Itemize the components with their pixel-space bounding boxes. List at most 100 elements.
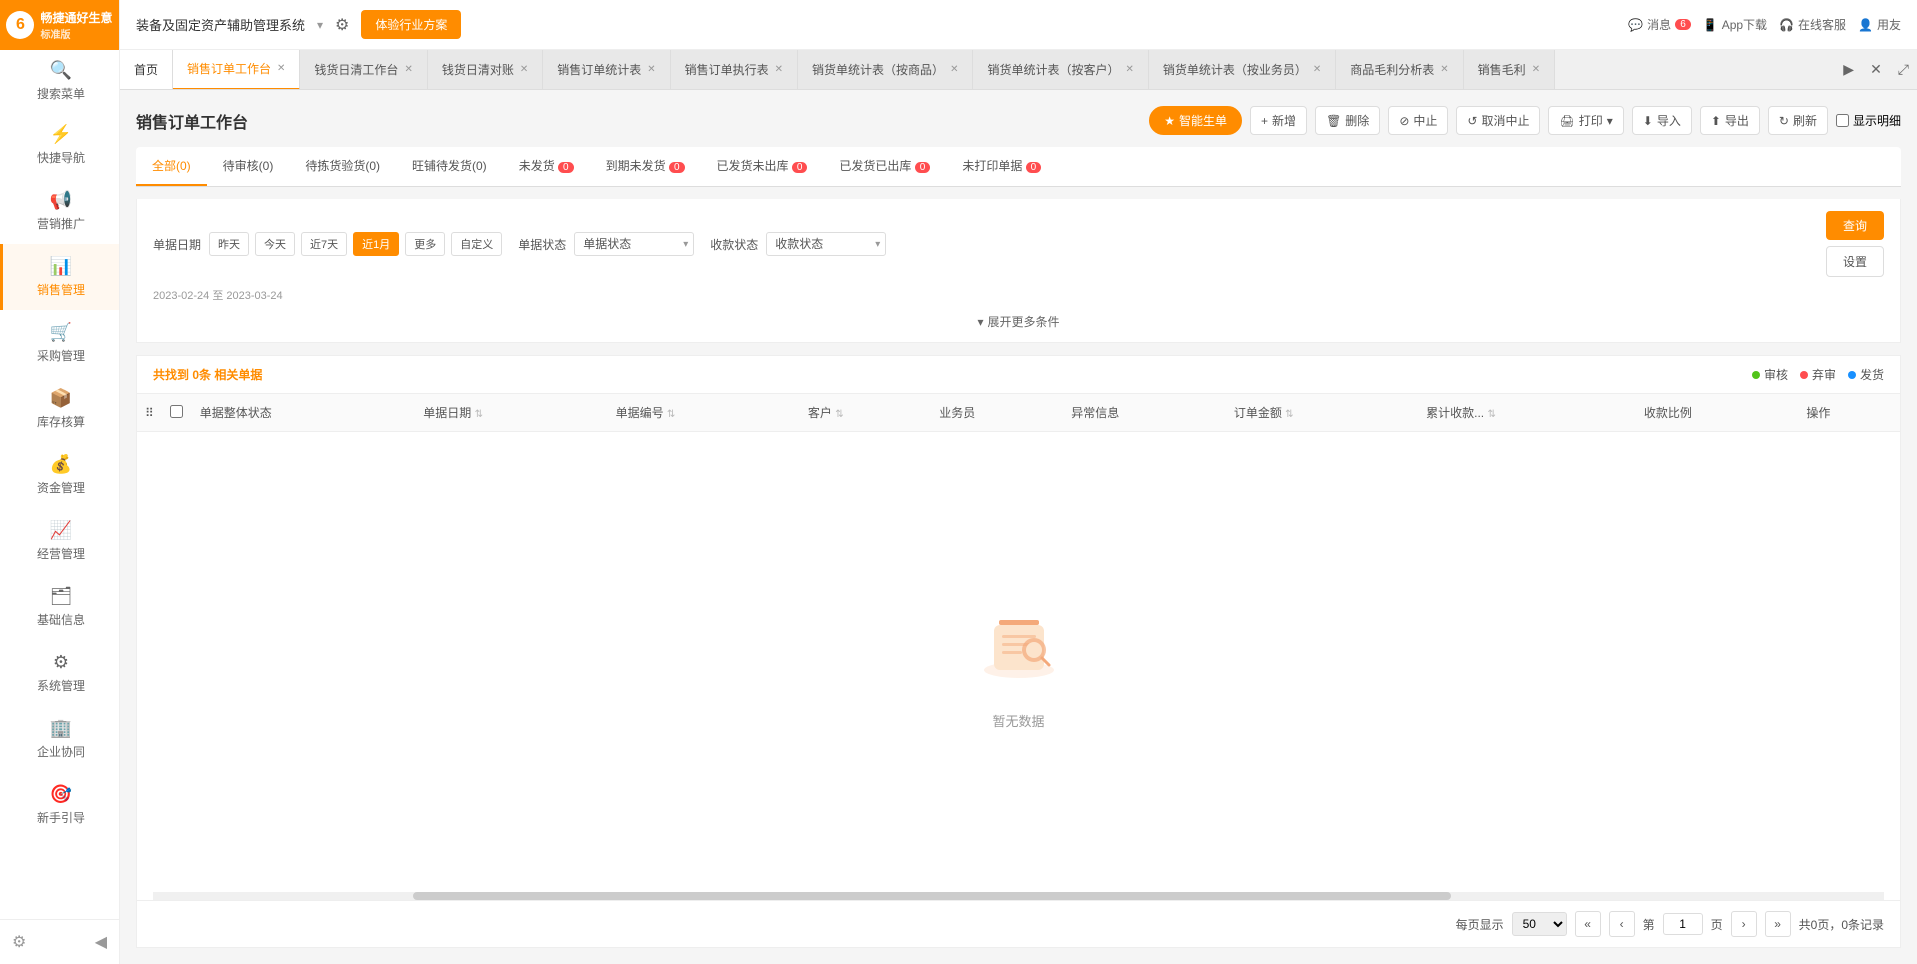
chevron-down-icon[interactable]: ▾ [317, 18, 323, 32]
sidebar-item-operation[interactable]: 📈 经营管理 [0, 508, 119, 574]
status-select[interactable]: 单据状态 [574, 232, 694, 256]
tab-close-all-icon[interactable]: ✕ [1862, 61, 1890, 78]
col-number[interactable]: 单据编号 ⇅ [608, 394, 800, 432]
tab-cash-daily[interactable]: 钱货日清工作台 ✕ [300, 50, 427, 90]
tab-expand-icon[interactable]: ⤢ [1890, 61, 1917, 78]
next-page-btn[interactable]: › [1731, 911, 1757, 937]
expand-btn[interactable]: ▾ 展开更多条件 [977, 313, 1059, 330]
stop-btn[interactable]: ⊘ 中止 [1388, 106, 1448, 135]
sidebar-item-finance[interactable]: 💰 资金管理 [0, 442, 119, 508]
col-salesperson[interactable]: 业务员 [931, 394, 1063, 432]
payment-select[interactable]: 收款状态 [766, 232, 886, 256]
print-btn[interactable]: 🖨 打印 ▾ [1548, 106, 1623, 135]
operation-icon: 📈 [50, 520, 72, 541]
tab-by-staff[interactable]: 销货单统计表（按业务员） ✕ [1149, 50, 1336, 90]
sidebar-item-purchase[interactable]: 🛒 采购管理 [0, 310, 119, 376]
collapse-icon[interactable]: ◀ [95, 932, 107, 952]
tab-close-icon[interactable]: ✕ [404, 64, 412, 75]
tab-by-product[interactable]: 销货单统计表（按商品） ✕ [798, 50, 973, 90]
filter-tab-overdue[interactable]: 到期未发货 0 [590, 147, 701, 186]
review-action-btn[interactable]: 审核 [1752, 366, 1788, 383]
date-btn-more[interactable]: 更多 [405, 232, 445, 256]
filter-tab-shipped-not-wh[interactable]: 已发货未出库 0 [701, 147, 824, 186]
system-title: 装备及固定资产辅助管理系统 [136, 15, 305, 34]
service-btn[interactable]: 🎧 在线客服 [1779, 16, 1846, 33]
tab-by-customer[interactable]: 销货单统计表（按客户） ✕ [973, 50, 1148, 90]
first-page-btn[interactable]: « [1575, 911, 1601, 937]
tab-close-icon[interactable]: ✕ [520, 64, 528, 75]
tab-close-icon[interactable]: ✕ [1532, 64, 1540, 75]
col-amount[interactable]: 订单金额 ⇅ [1226, 394, 1418, 432]
show-detail-checkbox[interactable] [1836, 114, 1849, 127]
ai-btn[interactable]: ★ 智能生单 [1149, 106, 1242, 135]
ship-action-btn[interactable]: 发货 [1848, 366, 1884, 383]
sidebar-item-quick-nav[interactable]: ⚡ 快捷导航 [0, 112, 119, 178]
col-collected[interactable]: 累计收款... ⇅ [1418, 394, 1636, 432]
filter-tab-not-printed[interactable]: 未打印单据 0 [946, 147, 1057, 186]
sidebar-item-inventory[interactable]: 📦 库存核算 [0, 376, 119, 442]
set-btn[interactable]: 设置 [1826, 246, 1884, 277]
filter-tab-pending-inspect[interactable]: 待拣货验货(0) [289, 147, 396, 186]
settings-icon[interactable]: ⚙ [12, 932, 26, 952]
filter-tab-wangpu[interactable]: 旺铺待发货(0) [396, 147, 503, 186]
horizontal-scrollbar[interactable] [153, 892, 1884, 900]
tab-close-icon[interactable]: ✕ [775, 64, 783, 75]
page-input[interactable] [1663, 913, 1703, 935]
import-btn[interactable]: ⬇ 导入 [1632, 106, 1692, 135]
tab-cash-reconcile[interactable]: 钱货日清对账 ✕ [428, 50, 543, 90]
tab-sales-exec[interactable]: 销售订单执行表 ✕ [671, 50, 798, 90]
tab-close-icon[interactable]: ✕ [1313, 64, 1321, 75]
col-anomaly: 异常信息 [1063, 394, 1226, 432]
add-btn[interactable]: + 新增 [1250, 106, 1307, 135]
col-date[interactable]: 单据日期 ⇅ [415, 394, 607, 432]
tab-sales-order[interactable]: 销售订单工作台 ✕ [173, 50, 300, 90]
tab-more-icon[interactable]: ▶ [1835, 61, 1862, 78]
tab-close-icon[interactable]: ✕ [950, 64, 958, 75]
add-btn-label: 新增 [1272, 112, 1296, 129]
scrollbar-thumb[interactable] [413, 892, 1452, 900]
col-date-label: 单据日期 [423, 406, 471, 420]
tab-home[interactable]: 首页 [120, 50, 173, 90]
query-btn[interactable]: 查询 [1826, 211, 1884, 240]
cancel-action-btn[interactable]: 弃审 [1800, 366, 1836, 383]
sidebar-item-search[interactable]: 🔍 搜索菜单 [0, 50, 119, 112]
sidebar-item-base[interactable]: 🗂 基础信息 [0, 574, 119, 640]
cancel-stop-btn[interactable]: ↺ 取消中止 [1456, 106, 1540, 135]
sidebar-item-sales[interactable]: 📊 销售管理 [0, 244, 119, 310]
export-btn[interactable]: ⬆ 导出 [1700, 106, 1760, 135]
tab-close-icon[interactable]: ✕ [1125, 64, 1133, 75]
payment-label: 收款状态 [710, 236, 758, 253]
tab-sales-stat[interactable]: 销售订单统计表 ✕ [543, 50, 670, 90]
message-btn[interactable]: 💬 消息 6 [1628, 16, 1691, 33]
col-customer[interactable]: 客户 ⇅ [800, 394, 931, 432]
app-download-btn[interactable]: 📱 App下载 [1703, 16, 1767, 33]
filter-tab-not-shipped[interactable]: 未发货 0 [503, 147, 590, 186]
tab-close-icon[interactable]: ✕ [1440, 64, 1448, 75]
industry-btn[interactable]: 体验行业方案 [361, 10, 461, 39]
last-page-btn[interactable]: » [1765, 911, 1791, 937]
filter-tab-shipped-wh[interactable]: 已发货已出库 0 [823, 147, 946, 186]
select-all-checkbox[interactable] [170, 405, 183, 418]
page-size-select[interactable]: 50 10 20 100 [1512, 912, 1567, 936]
date-btn-7days[interactable]: 近7天 [301, 232, 347, 256]
tab-close-icon[interactable]: ✕ [647, 64, 655, 75]
sidebar-item-corp[interactable]: 🏢 企业协同 [0, 706, 119, 772]
tab-margin[interactable]: 商品毛利分析表 ✕ [1336, 50, 1463, 90]
date-btn-yesterday[interactable]: 昨天 [209, 232, 249, 256]
delete-btn[interactable]: 🗑 删除 [1315, 106, 1380, 135]
sidebar-item-newbie[interactable]: 🎯 新手引导 [0, 772, 119, 838]
filter-tab-all[interactable]: 全部(0) [136, 147, 207, 186]
date-btn-custom[interactable]: 自定义 [451, 232, 502, 256]
date-btn-today[interactable]: 今天 [255, 232, 295, 256]
sidebar-item-system[interactable]: ⚙ 系统管理 [0, 640, 119, 706]
prev-page-btn[interactable]: ‹ [1609, 911, 1635, 937]
tab-sales-profit[interactable]: 销售毛利 ✕ [1464, 50, 1555, 90]
header-settings-icon[interactable]: ⚙ [335, 15, 349, 35]
sidebar-item-marketing[interactable]: 📢 营销推广 [0, 178, 119, 244]
expand-label: 展开更多条件 [988, 313, 1060, 330]
filter-tab-pending-review[interactable]: 待审核(0) [207, 147, 290, 186]
tab-close-icon[interactable]: ✕ [277, 63, 285, 74]
refresh-btn[interactable]: ↻ 刷新 [1768, 106, 1828, 135]
user-btn[interactable]: 👤 用友 [1858, 16, 1901, 33]
date-btn-1month[interactable]: 近1月 [353, 232, 399, 256]
